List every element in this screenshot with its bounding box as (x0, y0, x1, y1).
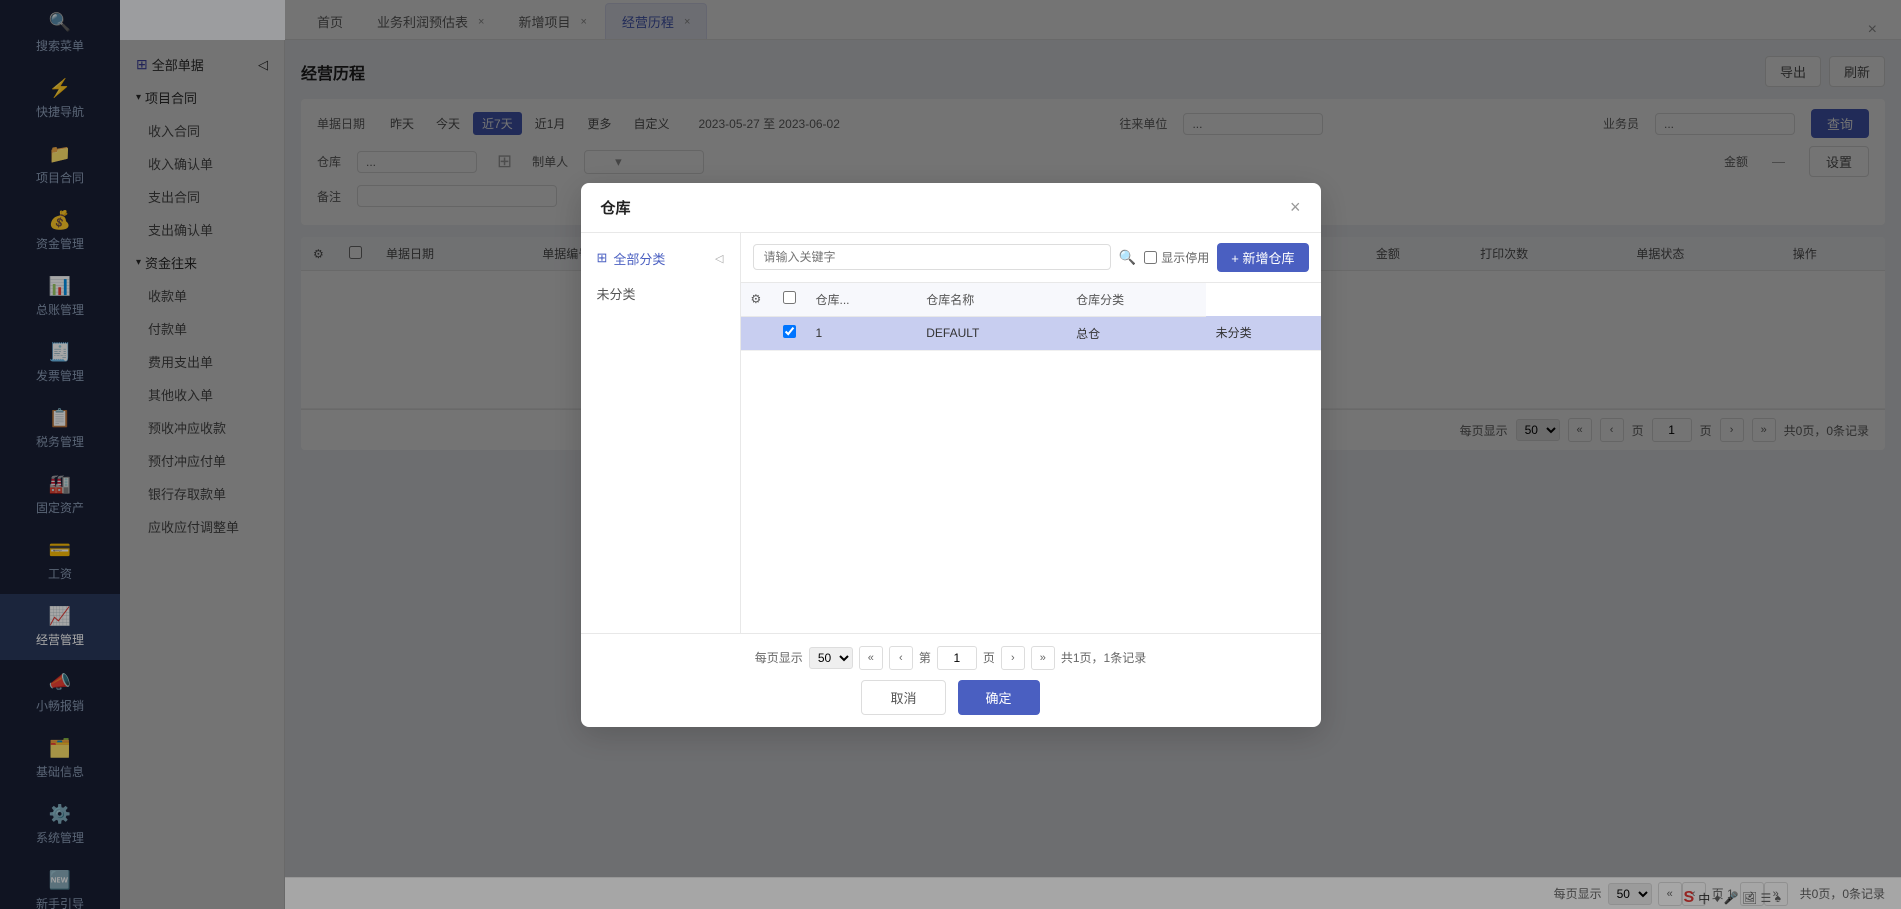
tree-collapse-btn[interactable]: ◁ (715, 252, 723, 265)
modal-th-name[interactable]: 仓库名称 (916, 283, 1066, 317)
modal-per-page-select[interactable]: 50 (809, 647, 853, 669)
modal-page-label: 第 (919, 649, 931, 666)
tree-item-unclassified[interactable]: 未分类 (581, 276, 740, 311)
table-row[interactable]: 1 DEFAULT 总仓 未分类 (741, 316, 1321, 350)
modal-per-page-label: 每页显示 (755, 649, 803, 666)
modal-tree: ⊞ 全部分类 ◁ 未分类 (581, 233, 741, 633)
modal-gear-icon[interactable]: ⚙ (751, 292, 762, 306)
warehouse-search-input[interactable] (753, 244, 1111, 270)
confirm-button[interactable]: 确定 (958, 680, 1040, 715)
modal-page-input[interactable] (937, 646, 977, 670)
modal-header: 仓库 × (581, 183, 1321, 233)
row-checkbox[interactable] (783, 325, 796, 338)
row-gear (741, 316, 773, 350)
modal-table: ⚙ 仓库... 仓库名称 仓库分类 1 DEFAULT 总仓 未分类 (741, 283, 1321, 351)
modal-close-button[interactable]: × (1290, 197, 1301, 218)
modal-title: 仓库 (601, 197, 631, 218)
modal-last-btn[interactable]: » (1031, 646, 1055, 670)
modal-th-code[interactable]: 仓库... (806, 283, 917, 317)
show-disabled-label[interactable]: 显示停用 (1144, 249, 1209, 266)
cancel-button[interactable]: 取消 (861, 680, 945, 715)
modal-th-gear: ⚙ (741, 283, 773, 317)
modal-th-check (773, 283, 806, 317)
modal-right-panel: 🔍 显示停用 + 新增仓库 ⚙ 仓库... 仓库名称 (741, 233, 1321, 633)
row-num: 1 (806, 316, 917, 350)
modal-pagination: 每页显示 50 « ‹ 第 页 › » 共1页，1条记录 (601, 646, 1301, 670)
modal-footer: 每页显示 50 « ‹ 第 页 › » 共1页，1条记录 取消 确定 (581, 633, 1321, 727)
modal-first-btn[interactable]: « (859, 646, 883, 670)
modal-check-all[interactable] (783, 291, 796, 304)
modal-th-category[interactable]: 仓库分类 (1066, 283, 1205, 317)
tree-item-all[interactable]: ⊞ 全部分类 ◁ (581, 241, 740, 276)
row-category: 未分类 (1206, 316, 1321, 350)
modal-toolbar: 🔍 显示停用 + 新增仓库 (741, 233, 1321, 283)
modal-table-header: ⚙ 仓库... 仓库名称 仓库分类 (741, 283, 1321, 317)
add-warehouse-button[interactable]: + 新增仓库 (1217, 243, 1308, 272)
warehouse-modal: 仓库 × ⊞ 全部分类 ◁ 未分类 🔍 显示停用 (581, 183, 1321, 727)
show-disabled-checkbox[interactable] (1144, 251, 1157, 264)
grid-icon: ⊞ (597, 250, 608, 266)
modal-page-unit: 页 (983, 649, 995, 666)
modal-total-label: 共1页，1条记录 (1061, 649, 1146, 666)
row-name: 总仓 (1066, 316, 1205, 350)
modal-next-btn[interactable]: › (1001, 646, 1025, 670)
modal-prev-btn[interactable]: ‹ (889, 646, 913, 670)
modal-actions: 取消 确定 (601, 680, 1301, 715)
row-check (773, 316, 806, 350)
modal-table-wrap: ⚙ 仓库... 仓库名称 仓库分类 1 DEFAULT 总仓 未分类 (741, 283, 1321, 633)
modal-body: ⊞ 全部分类 ◁ 未分类 🔍 显示停用 + 新增仓库 (581, 233, 1321, 633)
search-icon[interactable]: 🔍 (1119, 249, 1136, 266)
row-code: DEFAULT (916, 316, 1066, 350)
